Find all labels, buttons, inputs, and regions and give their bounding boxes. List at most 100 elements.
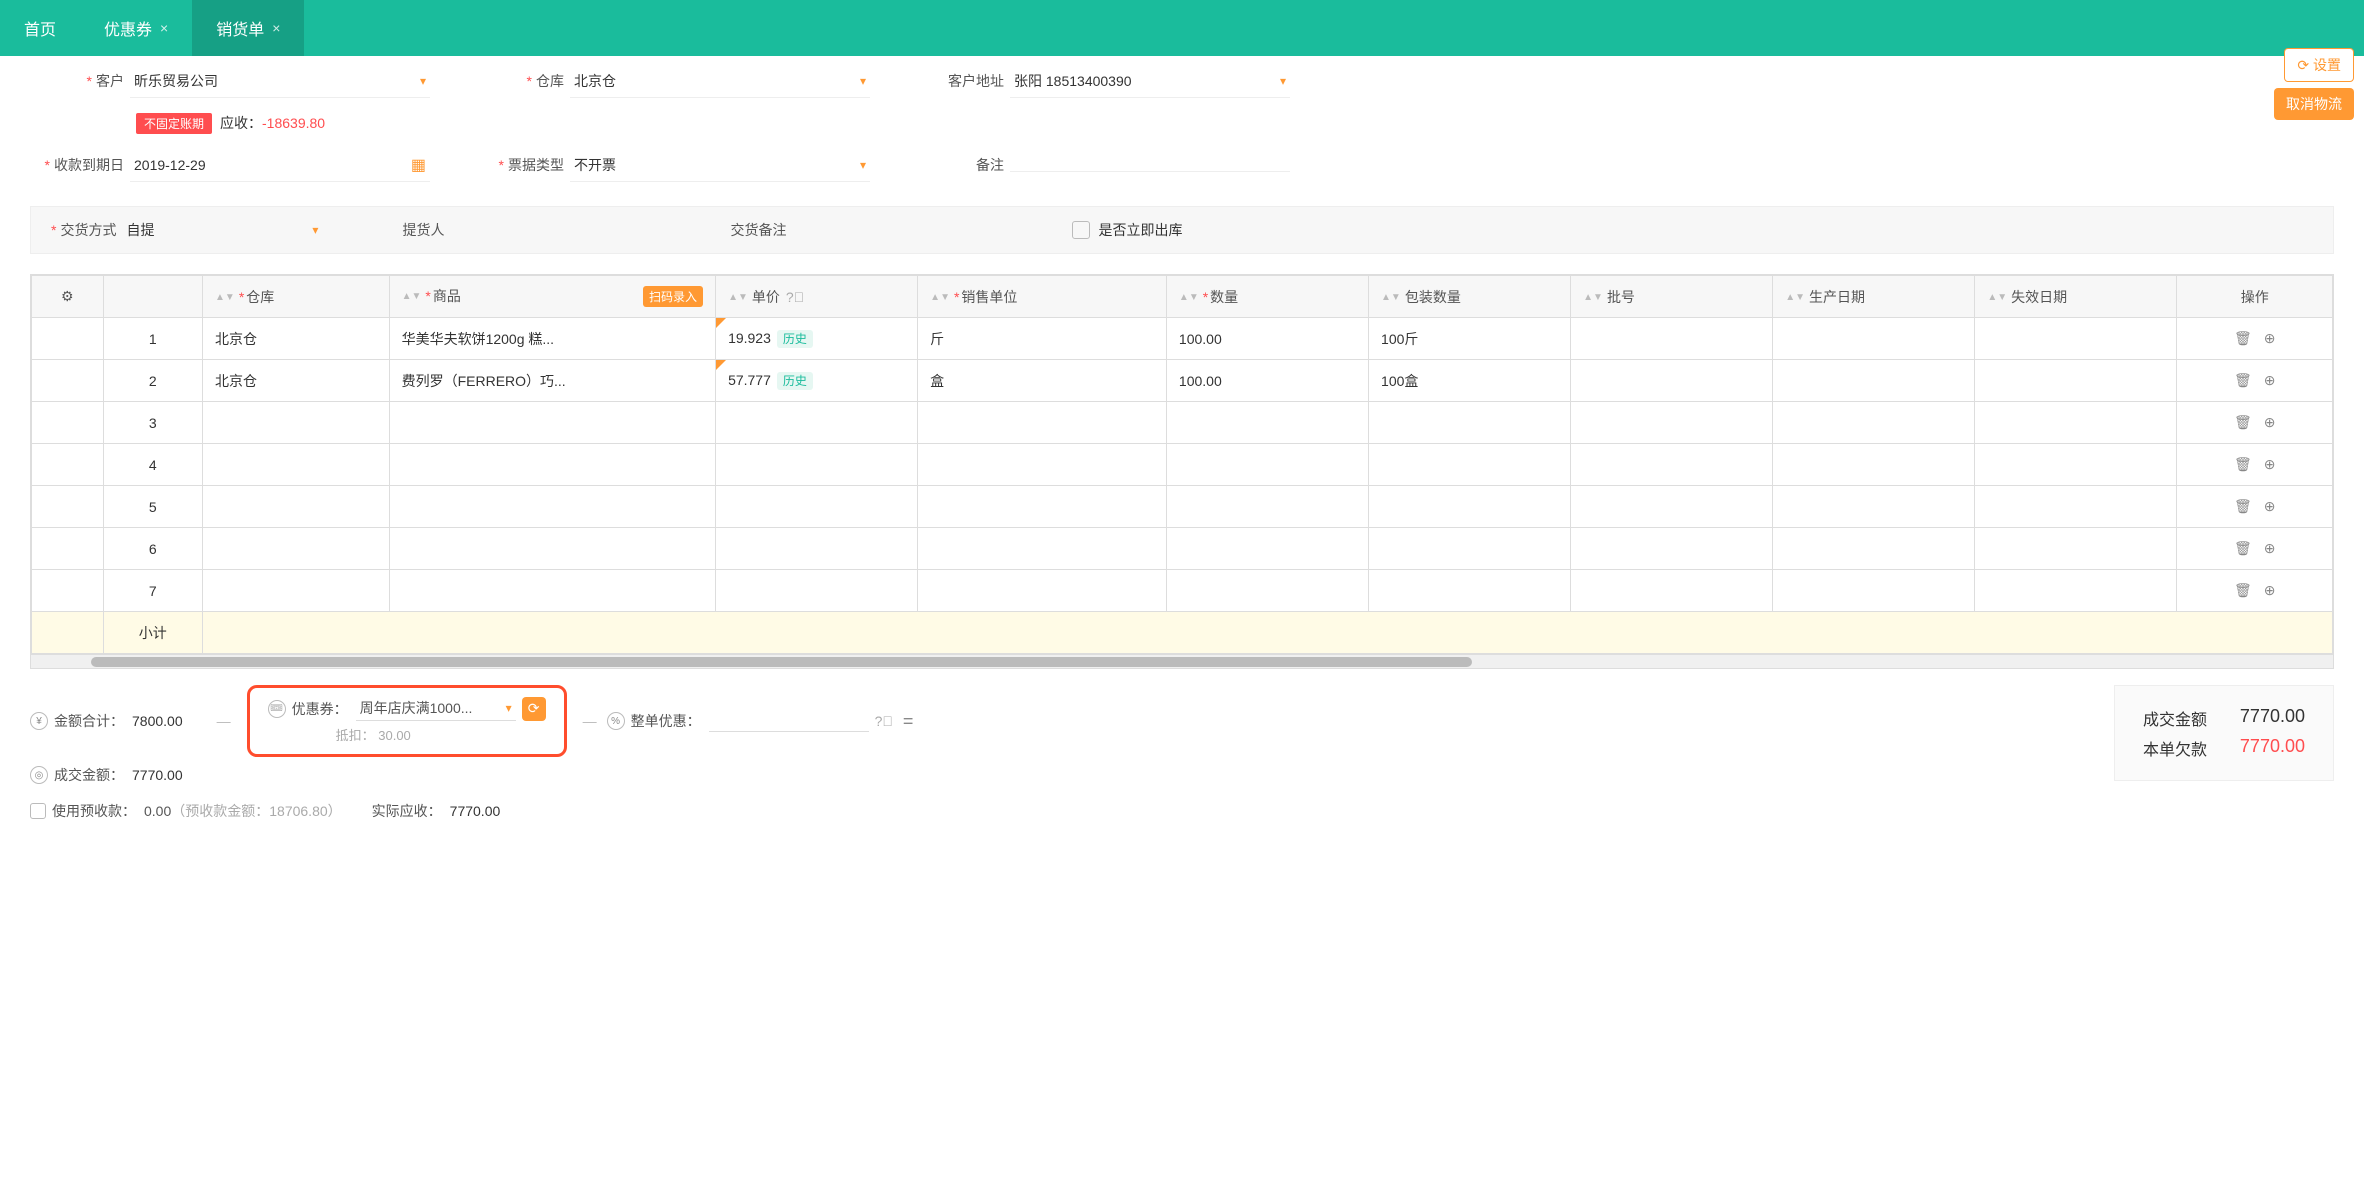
picker-input[interactable]: [450, 224, 650, 236]
cell-batch[interactable]: [1571, 402, 1773, 444]
table-row[interactable]: 4🗑⊕: [32, 444, 2333, 486]
column-price[interactable]: ▲▼单价?⃝: [716, 276, 918, 318]
cell-batch[interactable]: [1571, 318, 1773, 360]
column-pack[interactable]: ▲▼包装数量: [1369, 276, 1571, 318]
table-row[interactable]: 3🗑⊕: [32, 402, 2333, 444]
cell-product[interactable]: [389, 402, 715, 444]
cell-qty[interactable]: [1166, 528, 1368, 570]
settings-button[interactable]: ⟳ 设置: [2284, 48, 2354, 82]
delete-row-icon[interactable]: 🗑: [2234, 582, 2252, 599]
add-row-icon[interactable]: ⊕: [2264, 372, 2276, 389]
column-unit[interactable]: ▲▼*销售单位: [918, 276, 1167, 318]
cell-qty[interactable]: [1166, 402, 1368, 444]
cell-exp[interactable]: [1975, 486, 2177, 528]
scan-entry-button[interactable]: 扫码录入: [643, 286, 703, 307]
column-mfg[interactable]: ▲▼生产日期: [1773, 276, 1975, 318]
table-row[interactable]: 7🗑⊕: [32, 570, 2333, 612]
invoice-type-select[interactable]: 不开票▾: [570, 149, 870, 182]
cell-exp[interactable]: [1975, 528, 2177, 570]
cell-exp[interactable]: [1975, 570, 2177, 612]
refresh-coupon-button[interactable]: ⟳: [522, 697, 546, 721]
cell-pack[interactable]: [1369, 444, 1571, 486]
table-row[interactable]: 5🗑⊕: [32, 486, 2333, 528]
cell-unit[interactable]: 盒: [918, 360, 1167, 402]
order-discount-input[interactable]: [709, 710, 869, 732]
delivery-method-select[interactable]: 自提▾: [122, 214, 322, 246]
table-row[interactable]: 6🗑⊕: [32, 528, 2333, 570]
cell-unit[interactable]: [918, 528, 1167, 570]
add-row-icon[interactable]: ⊕: [2264, 540, 2276, 557]
cancel-logistics-button[interactable]: 取消物流: [2274, 88, 2354, 120]
column-settings[interactable]: ⚙: [32, 276, 104, 318]
cell-price[interactable]: [716, 486, 918, 528]
delete-row-icon[interactable]: 🗑: [2234, 330, 2252, 347]
delete-row-icon[interactable]: 🗑: [2234, 456, 2252, 473]
cell-unit[interactable]: [918, 570, 1167, 612]
cell-price[interactable]: [716, 528, 918, 570]
delivery-remark-input[interactable]: [792, 224, 992, 236]
cell-qty[interactable]: [1166, 486, 1368, 528]
cell-pack[interactable]: [1369, 486, 1571, 528]
cell-pack[interactable]: 100斤: [1369, 318, 1571, 360]
help-icon[interactable]: ?⃝: [875, 713, 893, 729]
cell-product[interactable]: [389, 528, 715, 570]
cell-warehouse[interactable]: [203, 402, 390, 444]
address-select[interactable]: 张阳 18513400390▾: [1010, 65, 1290, 98]
cell-batch[interactable]: [1571, 486, 1773, 528]
cell-warehouse[interactable]: [203, 486, 390, 528]
add-row-icon[interactable]: ⊕: [2264, 414, 2276, 431]
delete-row-icon[interactable]: 🗑: [2234, 372, 2252, 389]
help-icon[interactable]: ?⃝: [786, 289, 804, 305]
tab-coupon[interactable]: 优惠券×: [80, 0, 192, 56]
column-exp[interactable]: ▲▼失效日期: [1975, 276, 2177, 318]
cell-warehouse[interactable]: 北京仓: [203, 360, 390, 402]
cell-product[interactable]: [389, 486, 715, 528]
out-now-checkbox[interactable]: [1072, 221, 1090, 239]
cell-qty[interactable]: [1166, 570, 1368, 612]
cell-unit[interactable]: [918, 402, 1167, 444]
cell-product[interactable]: 费列罗（FERRERO）巧...: [389, 360, 715, 402]
add-row-icon[interactable]: ⊕: [2264, 582, 2276, 599]
delete-row-icon[interactable]: 🗑: [2234, 498, 2252, 515]
cell-unit[interactable]: 斤: [918, 318, 1167, 360]
cell-mfg[interactable]: [1773, 360, 1975, 402]
cell-price[interactable]: [716, 444, 918, 486]
cell-mfg[interactable]: [1773, 570, 1975, 612]
cell-exp[interactable]: [1975, 402, 2177, 444]
cell-qty[interactable]: 100.00: [1166, 360, 1368, 402]
use-prepay-checkbox[interactable]: [30, 803, 46, 819]
horizontal-scrollbar[interactable]: [31, 654, 2333, 668]
delete-row-icon[interactable]: 🗑: [2234, 540, 2252, 557]
cell-batch[interactable]: [1571, 360, 1773, 402]
add-row-icon[interactable]: ⊕: [2264, 456, 2276, 473]
close-icon[interactable]: ×: [160, 20, 168, 36]
cell-price[interactable]: [716, 570, 918, 612]
column-warehouse[interactable]: ▲▼*仓库: [203, 276, 390, 318]
cell-pack[interactable]: [1369, 528, 1571, 570]
tab-sales-order[interactable]: 销货单×: [192, 0, 304, 56]
cell-product[interactable]: 华美华夫软饼1200g 糕...: [389, 318, 715, 360]
cell-mfg[interactable]: [1773, 528, 1975, 570]
table-row[interactable]: 1北京仓华美华夫软饼1200g 糕...19.923历史斤100.00100斤🗑…: [32, 318, 2333, 360]
add-row-icon[interactable]: ⊕: [2264, 498, 2276, 515]
table-row[interactable]: 2北京仓费列罗（FERRERO）巧...57.777历史盒100.00100盒🗑…: [32, 360, 2333, 402]
remark-input[interactable]: [1010, 159, 1290, 172]
cell-price[interactable]: 57.777历史: [716, 360, 918, 402]
cell-mfg[interactable]: [1773, 444, 1975, 486]
cell-warehouse[interactable]: [203, 528, 390, 570]
customer-select[interactable]: 昕乐贸易公司▾: [130, 65, 430, 98]
cell-price[interactable]: [716, 402, 918, 444]
due-date-input[interactable]: 2019-12-29▦: [130, 149, 430, 182]
close-icon[interactable]: ×: [272, 20, 280, 36]
coupon-select[interactable]: 周年店庆满1000... ▾: [356, 696, 516, 721]
cell-exp[interactable]: [1975, 318, 2177, 360]
cell-unit[interactable]: [918, 444, 1167, 486]
cell-warehouse[interactable]: [203, 570, 390, 612]
cell-mfg[interactable]: [1773, 402, 1975, 444]
cell-product[interactable]: [389, 444, 715, 486]
cell-product[interactable]: [389, 570, 715, 612]
delete-row-icon[interactable]: 🗑: [2234, 414, 2252, 431]
cell-price[interactable]: 19.923历史: [716, 318, 918, 360]
cell-mfg[interactable]: [1773, 318, 1975, 360]
tab-home[interactable]: 首页: [0, 0, 80, 56]
